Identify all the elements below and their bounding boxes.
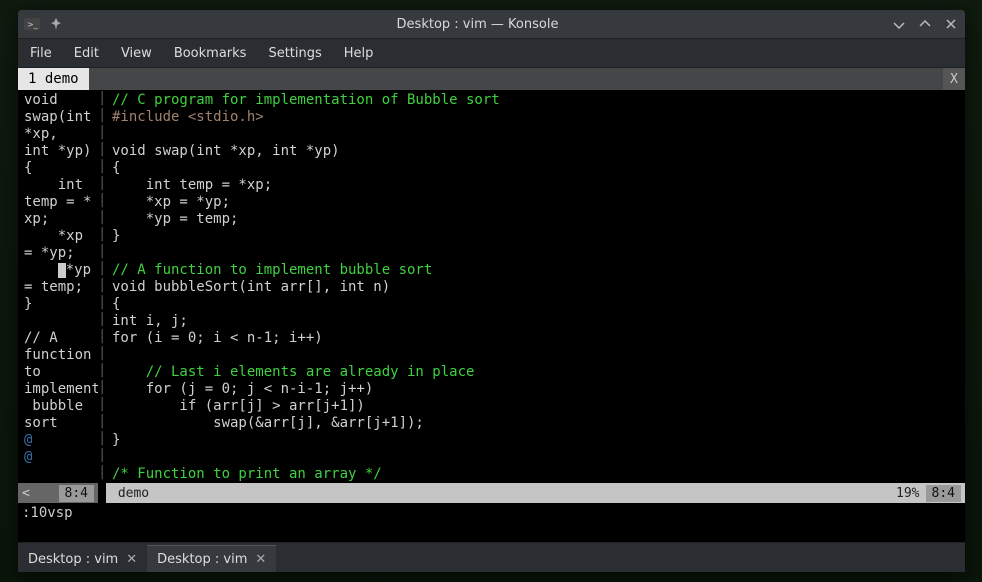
left-code[interactable]: void swap(int *xp, int *yp) { int temp =… [18, 90, 98, 483]
status-position: 8:4 [926, 485, 961, 502]
menubar: File Edit View Bookmarks Settings Help [18, 38, 965, 68]
editor-area[interactable]: void swap(int *xp, int *yp) { int temp =… [18, 90, 965, 503]
vim-tab-strip: 1 demo X [18, 68, 965, 90]
menu-bookmarks[interactable]: Bookmarks [174, 46, 247, 61]
vertical-separator[interactable]: ||||||||||||||||||||||| [98, 90, 106, 503]
menu-settings[interactable]: Settings [268, 46, 321, 61]
menu-file[interactable]: File [30, 46, 52, 61]
close-button[interactable] [943, 16, 959, 32]
vim-tab-close[interactable]: X [943, 68, 965, 90]
konsole-tab-0[interactable]: Desktop : vim ✕ [18, 545, 147, 572]
right-split[interactable]: // C program for implementation of Bubbl… [106, 90, 965, 503]
konsole-tab-1[interactable]: Desktop : vim ✕ [147, 545, 276, 572]
terminal-icon: >_ [24, 16, 40, 32]
vim-tab-active[interactable]: 1 demo [18, 68, 89, 90]
status-percent: 19% [890, 485, 925, 502]
menu-view[interactable]: View [121, 46, 152, 61]
svg-text:>_: >_ [27, 20, 39, 29]
terminal-blank [18, 523, 965, 542]
vim-command-line[interactable]: :10vsp [18, 503, 965, 523]
konsole-tab-label: Desktop : vim [157, 552, 247, 567]
pin-icon[interactable] [48, 16, 64, 32]
right-statusline: demo 19% 8:4 [106, 483, 965, 503]
maximize-button[interactable] [917, 16, 933, 32]
left-split[interactable]: void swap(int *xp, int *yp) { int temp =… [18, 90, 98, 503]
minimize-button[interactable] [891, 16, 907, 32]
status-filename: demo [118, 486, 149, 501]
konsole-tab-label: Desktop : vim [28, 552, 118, 567]
window-title: Desktop : vim — Konsole [64, 17, 891, 32]
left-status-pos: 8:4 [59, 485, 94, 502]
menu-help[interactable]: Help [344, 46, 374, 61]
left-status-arrow: < [22, 485, 30, 502]
close-icon[interactable]: ✕ [255, 552, 266, 567]
titlebar[interactable]: >_ Desktop : vim — Konsole [18, 10, 965, 38]
menu-edit[interactable]: Edit [74, 46, 99, 61]
left-statusline: < 8:4 [18, 483, 98, 503]
close-icon[interactable]: ✕ [126, 552, 137, 567]
konsole-tab-bar: Desktop : vim ✕ Desktop : vim ✕ [18, 542, 965, 572]
right-code[interactable]: // C program for implementation of Bubbl… [106, 90, 965, 483]
konsole-window: >_ Desktop : vim — Konsole File Edit Vie… [18, 10, 965, 572]
